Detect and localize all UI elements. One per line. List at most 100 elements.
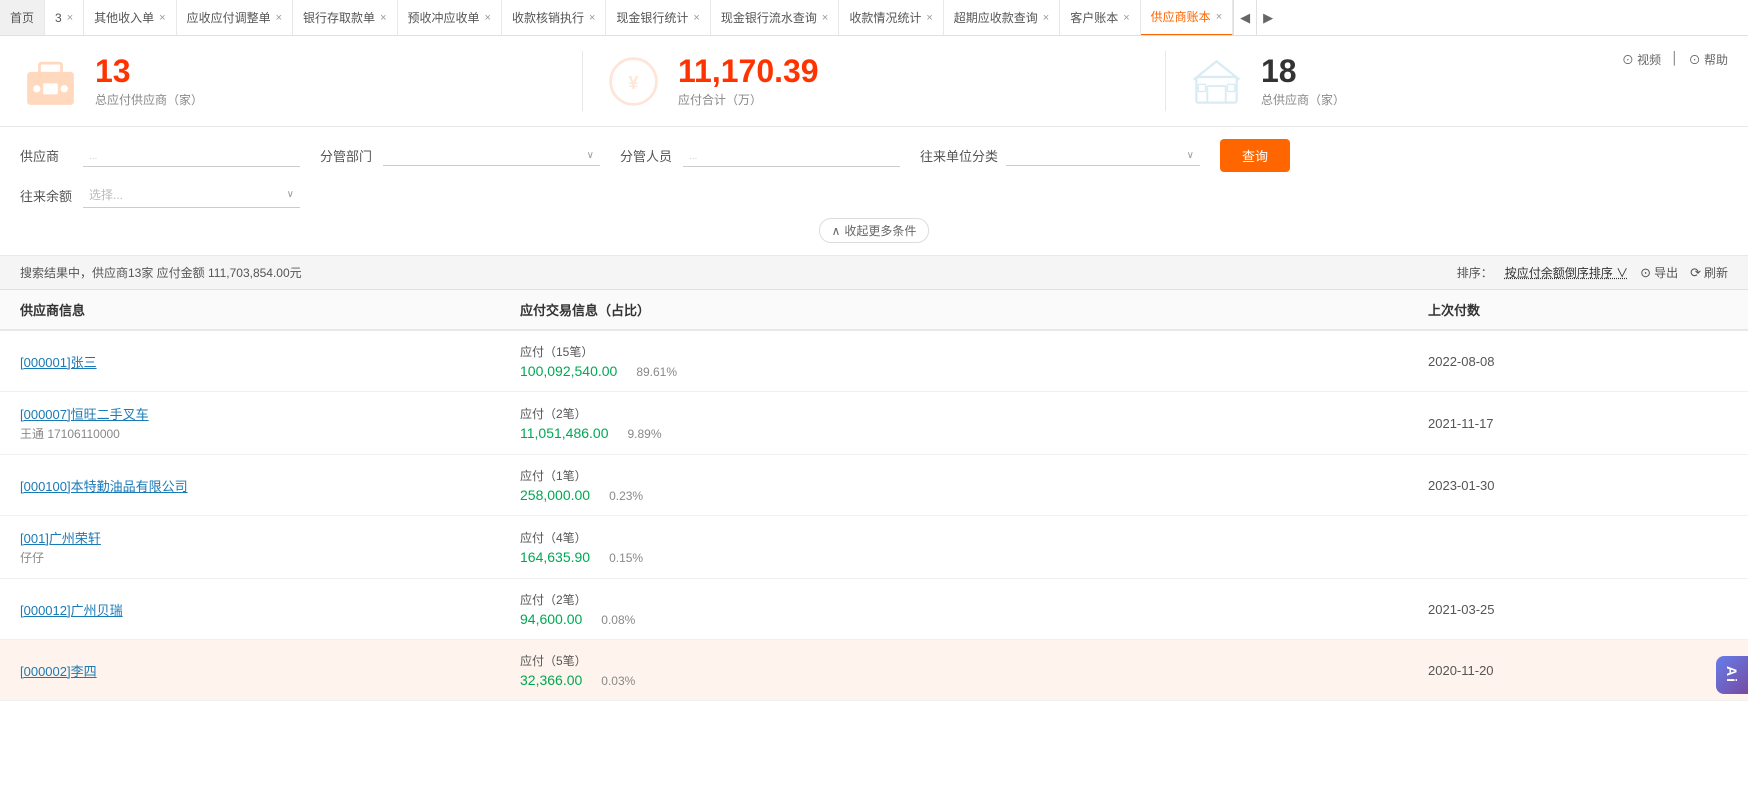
close-icon[interactable]: ×	[1123, 12, 1129, 24]
filter-section: 供应商 ... 分管部门 ∨ 分管人员 ...	[0, 127, 1748, 256]
collapse-button[interactable]: ∧ 收起更多条件	[819, 218, 930, 243]
table-row: [000012]广州贝瑞 应付（2笔） 94,600.00 0.08% 2021…	[0, 579, 1748, 640]
refresh-button[interactable]: ⟳ 刷新	[1690, 264, 1728, 281]
nav-tab-cash-bank-flow[interactable]: 现金银行流水查询 ×	[711, 0, 839, 36]
close-icon[interactable]: ×	[380, 12, 386, 24]
collapse-bar: ∧ 收起更多条件	[20, 218, 1728, 243]
refresh-label: 刷新	[1704, 264, 1728, 281]
sort-select[interactable]: 按应付余额倒序排序 ∨	[1505, 264, 1628, 281]
tx-amount[interactable]: 32,366.00	[520, 672, 582, 688]
tx-row: 94,600.00 0.08%	[520, 611, 1428, 627]
export-button[interactable]: ⊙ 导出	[1640, 264, 1678, 281]
collapse-btn-label: 收起更多条件	[844, 222, 916, 239]
nav-tab-3[interactable]: 3 ×	[45, 0, 84, 36]
nav-tab-receipt-verify[interactable]: 收款核销执行 ×	[502, 0, 606, 36]
store-icon	[1186, 51, 1246, 111]
tx-amount[interactable]: 11,051,486.00	[520, 425, 609, 441]
nav-prev-arrow[interactable]: ◀	[1233, 0, 1256, 36]
close-icon[interactable]: ×	[159, 12, 165, 24]
results-summary: 搜索结果中，供应商13家 应付金额 111,703,854.00元	[20, 264, 302, 281]
close-icon[interactable]: ×	[1216, 11, 1222, 23]
sort-value: 按应付余额倒序排序	[1505, 266, 1613, 280]
search-button[interactable]: 查询	[1220, 139, 1290, 172]
close-icon[interactable]: ×	[276, 12, 282, 24]
tx-percent: 0.15%	[609, 551, 643, 565]
tx-amount[interactable]: 164,635.90	[520, 549, 590, 565]
unit-category-select[interactable]: ∨	[1006, 146, 1200, 166]
nav-tab-ap-adjust[interactable]: 应收应付调整单 ×	[177, 0, 293, 36]
refresh-icon: ⟳	[1690, 265, 1701, 281]
stat-block-suppliers: 13 总应付供应商（家）	[20, 51, 522, 111]
nav-tab-3-label: 3	[55, 11, 62, 25]
nav-tab-cash-bank-stat[interactable]: 现金银行统计 ×	[606, 0, 710, 36]
nav-tab-advance-collect-label: 预收冲应收单	[408, 9, 480, 26]
tx-percent: 0.23%	[609, 489, 643, 503]
supplier-info-cell: [000012]广州贝瑞	[20, 600, 520, 619]
table-row: [000002]李四 应付（5笔） 32,366.00 0.03% 2020-1…	[0, 640, 1748, 701]
supplier-link[interactable]: [000100]本特勤油品有限公司	[20, 476, 520, 495]
close-icon[interactable]: ×	[1043, 12, 1049, 24]
balance-select[interactable]: 选择... ∨	[83, 182, 300, 208]
close-icon[interactable]: ×	[67, 12, 73, 24]
supplier-info-cell: [000100]本特勤油品有限公司	[20, 476, 520, 495]
supplier-sub: 王通 17106110000	[20, 425, 520, 442]
close-icon[interactable]: ×	[485, 12, 491, 24]
nav-tab-supplier-account[interactable]: 供应商账本 ×	[1141, 0, 1233, 36]
tx-row: 258,000.00 0.23%	[520, 487, 1428, 503]
dept-select[interactable]: ∨	[383, 146, 600, 166]
nav-tab-customer-account[interactable]: 客户账本 ×	[1060, 0, 1140, 36]
supplier-link[interactable]: [001]广州荣轩	[20, 528, 520, 547]
close-icon[interactable]: ×	[822, 12, 828, 24]
supplier-info-cell: [000001]张三	[20, 352, 520, 371]
nav-tab-bank-deposit[interactable]: 银行存取款单 ×	[293, 0, 397, 36]
stat-info-amount: 11,170.39 应付合计（万）	[678, 55, 819, 108]
filter-row-1: 供应商 ... 分管部门 ∨ 分管人员 ...	[20, 139, 1728, 172]
tx-row: 164,635.90 0.15%	[520, 549, 1428, 565]
nav-tab-collection-stat[interactable]: 收款情况统计 ×	[839, 0, 943, 36]
tx-label: 应付（2笔）	[520, 591, 1428, 608]
video-link[interactable]: ⊙ 视频	[1622, 51, 1661, 68]
stat-label-amount: 应付合计（万）	[678, 91, 819, 108]
last-payment-cell: 2023-01-30	[1428, 478, 1728, 493]
supplier-link[interactable]: [000012]广州贝瑞	[20, 600, 520, 619]
tx-amount[interactable]: 94,600.00	[520, 611, 582, 627]
tx-amount[interactable]: 258,000.00	[520, 487, 590, 503]
tx-label: 应付（1笔）	[520, 467, 1428, 484]
supplier-link[interactable]: [000001]张三	[20, 352, 520, 371]
close-icon[interactable]: ×	[693, 12, 699, 24]
supplier-input[interactable]: ...	[83, 144, 300, 167]
filter-person: 分管人员 ...	[620, 144, 900, 167]
tx-percent: 89.61%	[636, 365, 677, 379]
person-input[interactable]: ...	[683, 144, 900, 167]
close-icon[interactable]: ×	[926, 12, 932, 24]
supplier-link[interactable]: [000007]恒旺二手叉车	[20, 404, 520, 423]
data-table: 供应商信息 应付交易信息（占比） 上次付数 [000001]张三 应付（15笔）…	[0, 290, 1748, 794]
table-row: [000100]本特勤油品有限公司 应付（1笔） 258,000.00 0.23…	[0, 455, 1748, 516]
tx-info-cell: 应付（5笔） 32,366.00 0.03%	[520, 652, 1428, 688]
nav-tab-other-income[interactable]: 其他收入单 ×	[84, 0, 176, 36]
help-link[interactable]: ⊙ 帮助	[1689, 51, 1728, 68]
ai-assistant-badge[interactable]: Ai	[1716, 656, 1748, 694]
tx-amount[interactable]: 100,092,540.00	[520, 363, 617, 379]
tx-info-cell: 应付（15笔） 100,092,540.00 89.61%	[520, 343, 1428, 379]
nav-tab-advance-collect[interactable]: 预收冲应收单 ×	[398, 0, 502, 36]
close-icon[interactable]: ×	[589, 12, 595, 24]
nav-tab-home[interactable]: 首页	[0, 0, 45, 36]
last-payment-cell: 2020-11-20	[1428, 663, 1728, 678]
stat-divider-2	[1165, 51, 1166, 111]
nav-tab-overdue-query[interactable]: 超期应收款查询 ×	[944, 0, 1060, 36]
main-content: 13 总应付供应商（家） ¥ 11,170.39 应付合计（万）	[0, 36, 1748, 794]
col-header-supplier: 供应商信息	[20, 300, 520, 319]
amount-icon: ¥	[603, 51, 663, 111]
dept-filter-label: 分管部门	[320, 146, 375, 165]
export-label: 导出	[1654, 264, 1678, 281]
stat-block-amount: ¥ 11,170.39 应付合计（万）	[603, 51, 1105, 111]
stat-block-total: 18 总供应商（家）	[1186, 51, 1688, 111]
nav-tab-cash-bank-stat-label: 现金银行统计	[616, 9, 688, 26]
tx-info-cell: 应付（1笔） 258,000.00 0.23%	[520, 467, 1428, 503]
supplier-link[interactable]: [000002]李四	[20, 661, 520, 680]
nav-next-arrow[interactable]: ▶	[1256, 0, 1279, 36]
supplier-sub: 仔仔	[20, 549, 520, 566]
header-actions: ⊙ 视频 │ ⊙ 帮助	[1622, 51, 1728, 68]
supplier-info-cell: [001]广州荣轩 仔仔	[20, 528, 520, 566]
